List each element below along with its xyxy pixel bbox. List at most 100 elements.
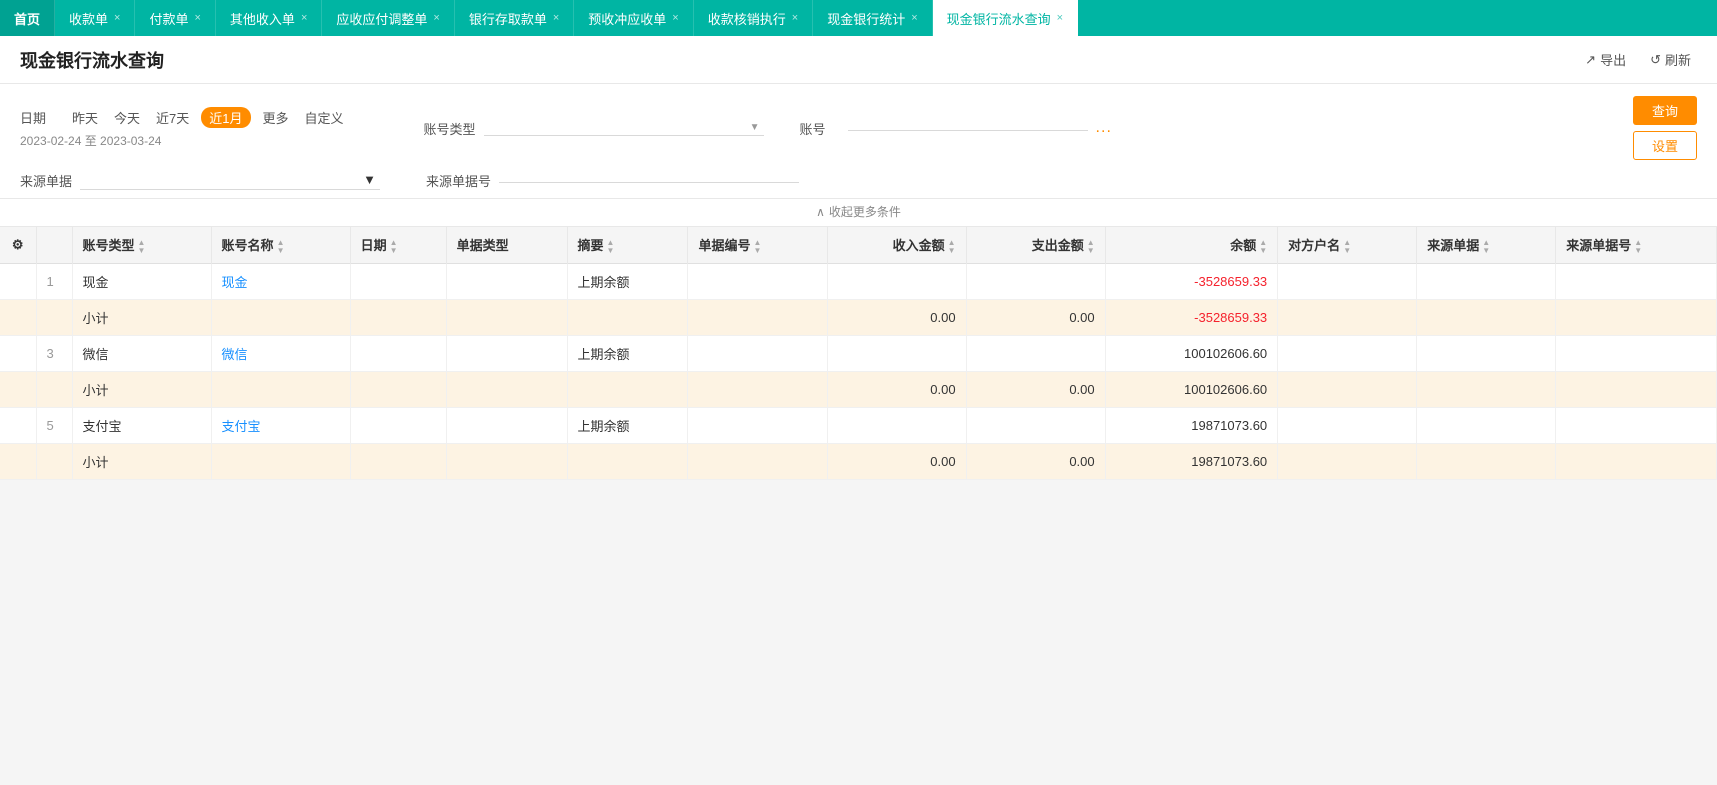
row-balance: -3528659.33 <box>1105 263 1278 299</box>
nav-item-付款单[interactable]: 付款单× <box>135 0 215 36</box>
col-balance[interactable]: 余额▲▼ <box>1105 227 1278 263</box>
date-range-display: 2023-02-24 至 2023-03-24 <box>20 132 348 149</box>
col-income[interactable]: 收入金额▲▼ <box>827 227 966 263</box>
date-label: 日期 <box>20 108 60 127</box>
nav-close-icon[interactable]: × <box>114 12 120 24</box>
nav-item-首页[interactable]: 首页 <box>0 0 55 36</box>
date-btn-yesterday[interactable]: 昨天 <box>68 107 102 128</box>
row-account-name[interactable]: 微信 <box>211 335 350 371</box>
refresh-button[interactable]: ↺ 刷新 <box>1644 48 1697 71</box>
account-type-select[interactable]: ▼ <box>484 120 764 136</box>
row-summary: 上期余额 <box>567 263 688 299</box>
row-doc-no <box>688 407 827 443</box>
nav-close-icon[interactable]: × <box>194 12 200 24</box>
date-btn-7days[interactable]: 近7天 <box>152 107 193 128</box>
row-income <box>827 335 966 371</box>
row-account-type: 现金 <box>72 263 211 299</box>
row-counterparty <box>1278 263 1417 299</box>
row-checkbox-cell[interactable] <box>0 443 36 479</box>
row-income: 0.00 <box>827 299 966 335</box>
account-filter: 账号 ... <box>800 119 1122 138</box>
nav-item-收款单[interactable]: 收款单× <box>55 0 135 36</box>
nav-close-icon[interactable]: × <box>672 12 678 24</box>
table-container: ⚙ 账号类型▲▼ 账号名称▲▼ 日期▲▼ 单据类型 摘要▲▼ 单据编号▲▼ <box>0 227 1717 480</box>
nav-close-icon[interactable]: × <box>792 12 798 24</box>
row-summary: 上期余额 <box>567 407 688 443</box>
col-date[interactable]: 日期▲▼ <box>350 227 446 263</box>
page-header: 现金银行流水查询 ↗ 导出 ↺ 刷新 <box>0 36 1717 84</box>
source-doc-no-input[interactable] <box>499 178 799 183</box>
row-balance: 19871073.60 <box>1105 407 1278 443</box>
row-doc-type <box>446 263 567 299</box>
nav-item-现金银行统计[interactable]: 现金银行统计× <box>813 0 932 36</box>
row-source-doc <box>1417 443 1556 479</box>
nav-item-其他收入单[interactable]: 其他收入单× <box>216 0 322 36</box>
account-input[interactable] <box>848 126 1088 131</box>
source-doc-label: 来源单据 <box>20 171 72 190</box>
row-index: 3 <box>36 335 72 371</box>
query-button[interactable]: 查询 <box>1633 96 1697 125</box>
col-account-type[interactable]: 账号类型▲▼ <box>72 227 211 263</box>
row-checkbox-cell[interactable] <box>0 299 36 335</box>
row-account-type: 小计 <box>72 299 211 335</box>
row-account-type: 小计 <box>72 371 211 407</box>
table-row: 1 现金 现金 上期余额 -3528659.33 <box>0 263 1717 299</box>
date-btn-1month[interactable]: 近1月 <box>201 107 250 128</box>
row-date <box>350 407 446 443</box>
nav-item-现金银行流水查询[interactable]: 现金银行流水查询× <box>933 0 1078 36</box>
nav-item-预收冲应收单[interactable]: 预收冲应收单× <box>574 0 693 36</box>
source-doc-filter: 来源单据 ▼ <box>20 170 380 190</box>
row-checkbox-cell[interactable] <box>0 407 36 443</box>
more-dots-btn[interactable]: ... <box>1096 119 1112 137</box>
nav-item-收款核销执行[interactable]: 收款核销执行× <box>694 0 813 36</box>
date-btn-today[interactable]: 今天 <box>110 107 144 128</box>
col-source-doc-no[interactable]: 来源单据号▲▼ <box>1556 227 1717 263</box>
table-body: 1 现金 现金 上期余额 -3528659.33 小计 0.00 0.00 -3… <box>0 263 1717 479</box>
col-expense[interactable]: 支出金额▲▼ <box>966 227 1105 263</box>
nav-item-银行存取款单[interactable]: 银行存取款单× <box>455 0 574 36</box>
row-checkbox-cell[interactable] <box>0 263 36 299</box>
source-doc-arrow-icon: ▼ <box>363 172 376 187</box>
collapse-bar[interactable]: ∧ 收起更多条件 <box>0 199 1717 227</box>
export-button[interactable]: ↗ 导出 <box>1579 48 1632 71</box>
col-gear[interactable]: ⚙ <box>0 227 36 263</box>
table-row: 3 微信 微信 上期余额 100102606.60 <box>0 335 1717 371</box>
nav-close-icon[interactable]: × <box>433 12 439 24</box>
row-expense <box>966 335 1105 371</box>
nav-close-icon[interactable]: × <box>911 12 917 24</box>
settings-button[interactable]: 设置 <box>1633 131 1697 160</box>
date-btn-custom[interactable]: 自定义 <box>301 107 348 128</box>
nav-close-icon[interactable]: × <box>553 12 559 24</box>
row-doc-no <box>688 371 827 407</box>
col-doc-no[interactable]: 单据编号▲▼ <box>688 227 827 263</box>
col-source-doc[interactable]: 来源单据▲▼ <box>1417 227 1556 263</box>
sort-icon-source-doc-no: ▲▼ <box>1634 239 1642 255</box>
col-summary[interactable]: 摘要▲▼ <box>567 227 688 263</box>
source-doc-select[interactable]: ▼ <box>80 170 380 190</box>
filter-row-1: 日期 昨天 今天 近7天 近1月 更多 自定义 2023-02-24 至 202… <box>20 96 1697 160</box>
filter-bar: 日期 昨天 今天 近7天 近1月 更多 自定义 2023-02-24 至 202… <box>0 84 1717 199</box>
col-counterparty[interactable]: 对方户名▲▼ <box>1278 227 1417 263</box>
row-account-type: 微信 <box>72 335 211 371</box>
row-account-type: 小计 <box>72 443 211 479</box>
col-account-name[interactable]: 账号名称▲▼ <box>211 227 350 263</box>
export-icon: ↗ <box>1585 52 1596 68</box>
sort-icon-doc-no: ▲▼ <box>754 239 762 255</box>
top-navigation: 首页收款单×付款单×其他收入单×应收应付调整单×银行存取款单×预收冲应收单×收款… <box>0 0 1717 36</box>
nav-close-icon[interactable]: × <box>301 12 307 24</box>
gear-icon[interactable]: ⚙ <box>12 237 24 252</box>
row-account-name[interactable]: 现金 <box>211 263 350 299</box>
sort-icon-balance: ▲▼ <box>1259 239 1267 255</box>
row-account-name <box>211 443 350 479</box>
date-btn-more[interactable]: 更多 <box>259 107 293 128</box>
row-expense: 0.00 <box>966 299 1105 335</box>
nav-item-应收应付调整单[interactable]: 应收应付调整单× <box>322 0 454 36</box>
row-index: 1 <box>36 263 72 299</box>
collapse-up-arrow-icon: ∧ <box>816 205 825 219</box>
row-checkbox-cell[interactable] <box>0 371 36 407</box>
nav-close-icon[interactable]: × <box>1057 12 1063 24</box>
sort-icon-counterparty: ▲▼ <box>1343 239 1351 255</box>
row-account-name[interactable]: 支付宝 <box>211 407 350 443</box>
row-balance: -3528659.33 <box>1105 299 1278 335</box>
row-checkbox-cell[interactable] <box>0 335 36 371</box>
